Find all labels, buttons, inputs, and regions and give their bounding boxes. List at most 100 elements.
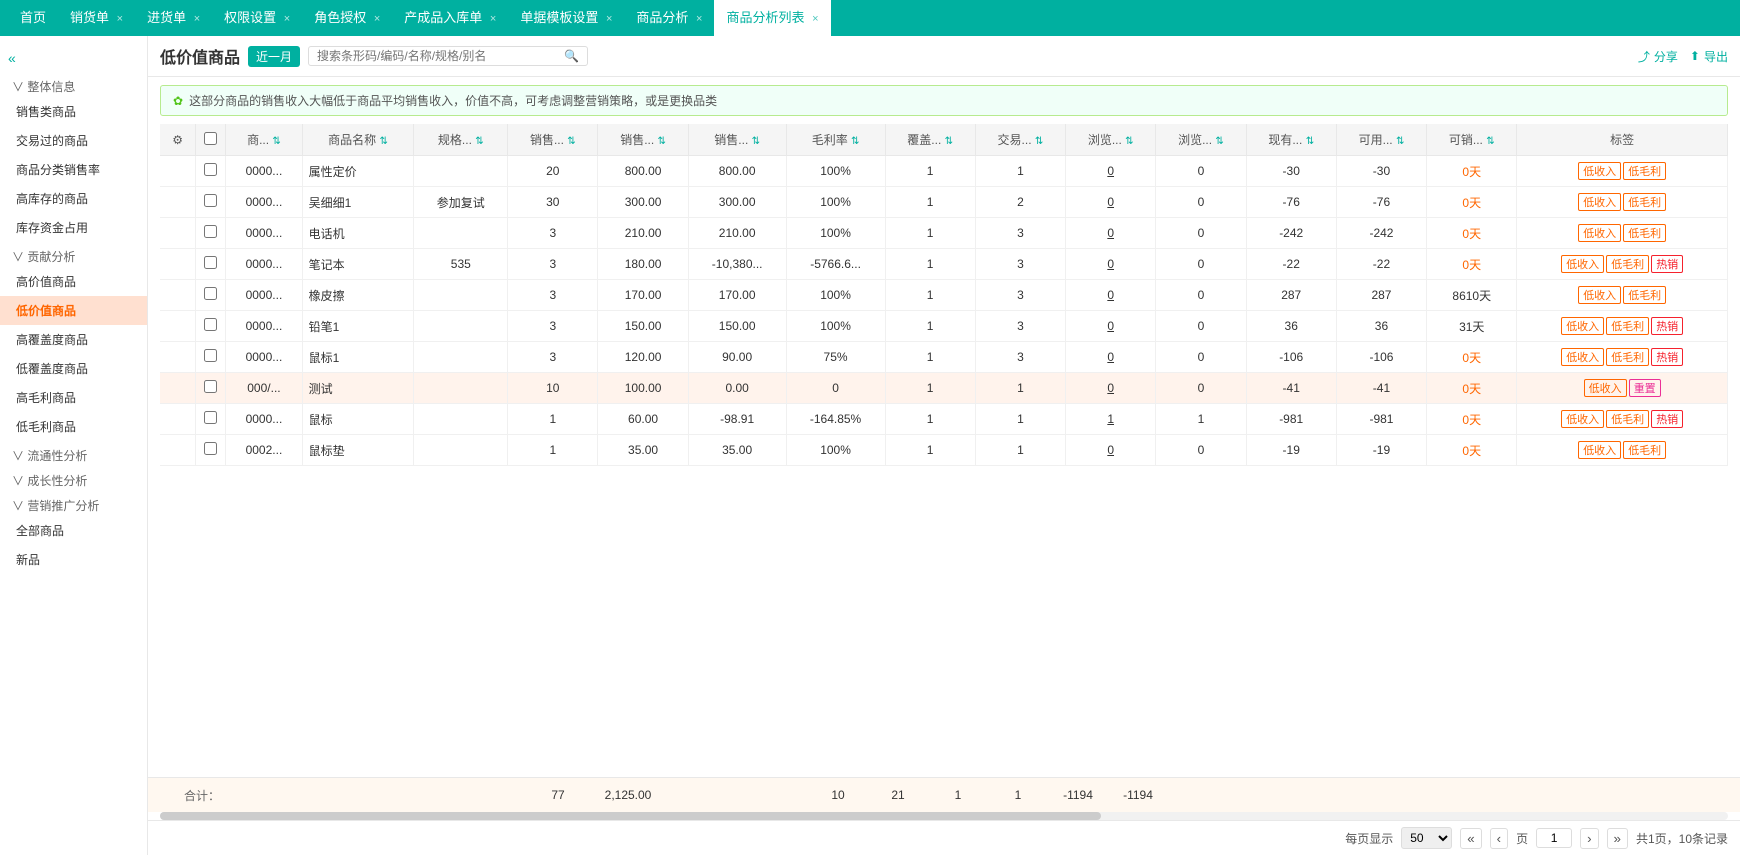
v7-cell[interactable]: 0 <box>1066 218 1156 249</box>
v7-cell[interactable]: 0 <box>1066 187 1156 218</box>
horizontal-scrollbar[interactable] <box>160 812 1728 820</box>
sales3-col-header[interactable]: 销售... ⇅ <box>688 124 786 156</box>
saleable-col-header[interactable]: 可销... ⇅ <box>1427 124 1517 156</box>
coverage-col-header[interactable]: 覆盖... ⇅ <box>885 124 975 156</box>
close-icon[interactable]: × <box>606 13 612 25</box>
sidebar-item-traded-products[interactable]: 交易过的商品 <box>0 126 147 155</box>
sales2-col-header[interactable]: 销售... ⇅ <box>598 124 688 156</box>
trade-col-header[interactable]: 交易... ⇅ <box>975 124 1065 156</box>
v7-cell[interactable]: 0 <box>1066 156 1156 187</box>
sidebar-item-low-margin[interactable]: 低毛利商品 <box>0 412 147 441</box>
sidebar-item-high-value[interactable]: 高价值商品 <box>0 267 147 296</box>
row-checkbox[interactable] <box>204 225 217 238</box>
browse-link[interactable]: 0 <box>1107 381 1114 395</box>
v7-cell[interactable]: 0 <box>1066 311 1156 342</box>
close-icon[interactable]: × <box>117 13 123 25</box>
browse-link[interactable]: 0 <box>1107 257 1114 271</box>
sidebar-item-new-products[interactable]: 新品 <box>0 545 147 574</box>
page-number-input[interactable] <box>1536 828 1572 848</box>
page-size-select[interactable]: 50 100 200 <box>1401 827 1452 849</box>
close-icon[interactable]: × <box>374 13 380 25</box>
checkbox-cell[interactable] <box>196 156 226 187</box>
available-col-header[interactable]: 可用... ⇅ <box>1336 124 1426 156</box>
settings-col-header[interactable]: ⚙ <box>160 124 196 156</box>
close-icon[interactable]: × <box>284 13 290 25</box>
row-checkbox[interactable] <box>204 349 217 362</box>
close-icon[interactable]: × <box>812 13 818 25</box>
sales1-col-header[interactable]: 销售... ⇅ <box>508 124 598 156</box>
sidebar-item-low-value[interactable]: 低价值商品 <box>0 296 147 325</box>
row-checkbox[interactable] <box>204 380 217 393</box>
nav-purchase[interactable]: 进货单 × <box>135 0 212 36</box>
browse1-col-header[interactable]: 浏览... ⇅ <box>1066 124 1156 156</box>
first-page-button[interactable]: « <box>1460 828 1481 849</box>
margin-col-header[interactable]: 毛利率 ⇅ <box>786 124 885 156</box>
collapse-sidebar-button[interactable]: « <box>8 50 16 66</box>
browse-link[interactable]: 0 <box>1107 350 1114 364</box>
sidebar-group-contribution[interactable]: ∨ 贡献分析 <box>0 242 147 267</box>
spec-col-header[interactable]: 规格... ⇅ <box>414 124 508 156</box>
name-col-header[interactable]: 商品名称 ⇅ <box>302 124 414 156</box>
share-button[interactable]: ⤴ 分享 <box>1638 48 1678 65</box>
row-checkbox[interactable] <box>204 318 217 331</box>
checkbox-cell[interactable] <box>196 280 226 311</box>
checkbox-cell[interactable] <box>196 311 226 342</box>
nav-product-analysis[interactable]: 商品分析 × <box>624 0 714 36</box>
browse2-col-header[interactable]: 浏览... ⇅ <box>1156 124 1246 156</box>
export-button[interactable]: ⬆ 导出 <box>1690 48 1728 65</box>
sidebar-item-low-coverage[interactable]: 低覆盖度商品 <box>0 354 147 383</box>
browse-link[interactable]: 0 <box>1107 195 1114 209</box>
row-checkbox[interactable] <box>204 287 217 300</box>
sidebar-group-growth[interactable]: ∨ 成长性分析 <box>0 466 147 491</box>
browse-link[interactable]: 0 <box>1107 226 1114 240</box>
row-checkbox[interactable] <box>204 411 217 424</box>
scrollbar-thumb[interactable] <box>160 812 1101 820</box>
sidebar-group-marketing[interactable]: ∨ 营销推广分析 <box>0 491 147 516</box>
sidebar-item-high-coverage[interactable]: 高覆盖度商品 <box>0 325 147 354</box>
tags-col-header[interactable]: 标签 <box>1517 124 1728 156</box>
current-col-header[interactable]: 现有... ⇅ <box>1246 124 1336 156</box>
sidebar-item-high-margin[interactable]: 高毛利商品 <box>0 383 147 412</box>
search-icon[interactable]: 🔍 <box>564 49 579 63</box>
row-checkbox[interactable] <box>204 442 217 455</box>
sidebar-group-liquidity[interactable]: ∨ 流通性分析 <box>0 441 147 466</box>
nav-sales[interactable]: 销货单 × <box>58 0 135 36</box>
close-icon[interactable]: × <box>696 13 702 25</box>
v7-cell[interactable]: 0 <box>1066 342 1156 373</box>
close-icon[interactable]: × <box>194 13 200 25</box>
close-icon[interactable]: × <box>490 13 496 25</box>
search-input[interactable] <box>317 49 564 63</box>
nav-template[interactable]: 单据模板设置 × <box>508 0 624 36</box>
checkbox-cell[interactable] <box>196 187 226 218</box>
row-checkbox[interactable] <box>204 256 217 269</box>
nav-permissions[interactable]: 权限设置 × <box>212 0 302 36</box>
checkbox-cell[interactable] <box>196 404 226 435</box>
checkbox-cell[interactable] <box>196 373 226 404</box>
browse-link[interactable]: 0 <box>1107 443 1114 457</box>
browse-link[interactable]: 1 <box>1107 412 1114 426</box>
checkbox-cell[interactable] <box>196 249 226 280</box>
nav-product-analysis-list[interactable]: 商品分析列表 × <box>714 0 830 36</box>
checkbox-col-header[interactable] <box>196 124 226 156</box>
v7-cell[interactable]: 0 <box>1066 249 1156 280</box>
sidebar-group-overall[interactable]: ∨ 整体信息 <box>0 72 147 97</box>
nav-roles[interactable]: 角色授权 × <box>302 0 392 36</box>
nav-home[interactable]: 首页 <box>8 0 58 36</box>
v7-cell[interactable]: 0 <box>1066 435 1156 466</box>
next-page-button[interactable]: › <box>1580 828 1598 849</box>
browse-link[interactable]: 0 <box>1107 319 1114 333</box>
row-checkbox[interactable] <box>204 163 217 176</box>
v7-cell[interactable]: 1 <box>1066 404 1156 435</box>
sidebar-item-category-sales[interactable]: 商品分类销售率 <box>0 155 147 184</box>
sidebar-item-sales-products[interactable]: 销售类商品 <box>0 97 147 126</box>
code-col-header[interactable]: 商... ⇅ <box>226 124 302 156</box>
time-filter-button[interactable]: 近一月 <box>248 46 300 67</box>
v7-cell[interactable]: 0 <box>1066 373 1156 404</box>
browse-link[interactable]: 0 <box>1107 288 1114 302</box>
browse-link[interactable]: 0 <box>1107 164 1114 178</box>
select-all-checkbox[interactable] <box>204 132 217 145</box>
checkbox-cell[interactable] <box>196 342 226 373</box>
v7-cell[interactable]: 0 <box>1066 280 1156 311</box>
sidebar-item-high-inventory[interactable]: 高库存的商品 <box>0 184 147 213</box>
checkbox-cell[interactable] <box>196 435 226 466</box>
